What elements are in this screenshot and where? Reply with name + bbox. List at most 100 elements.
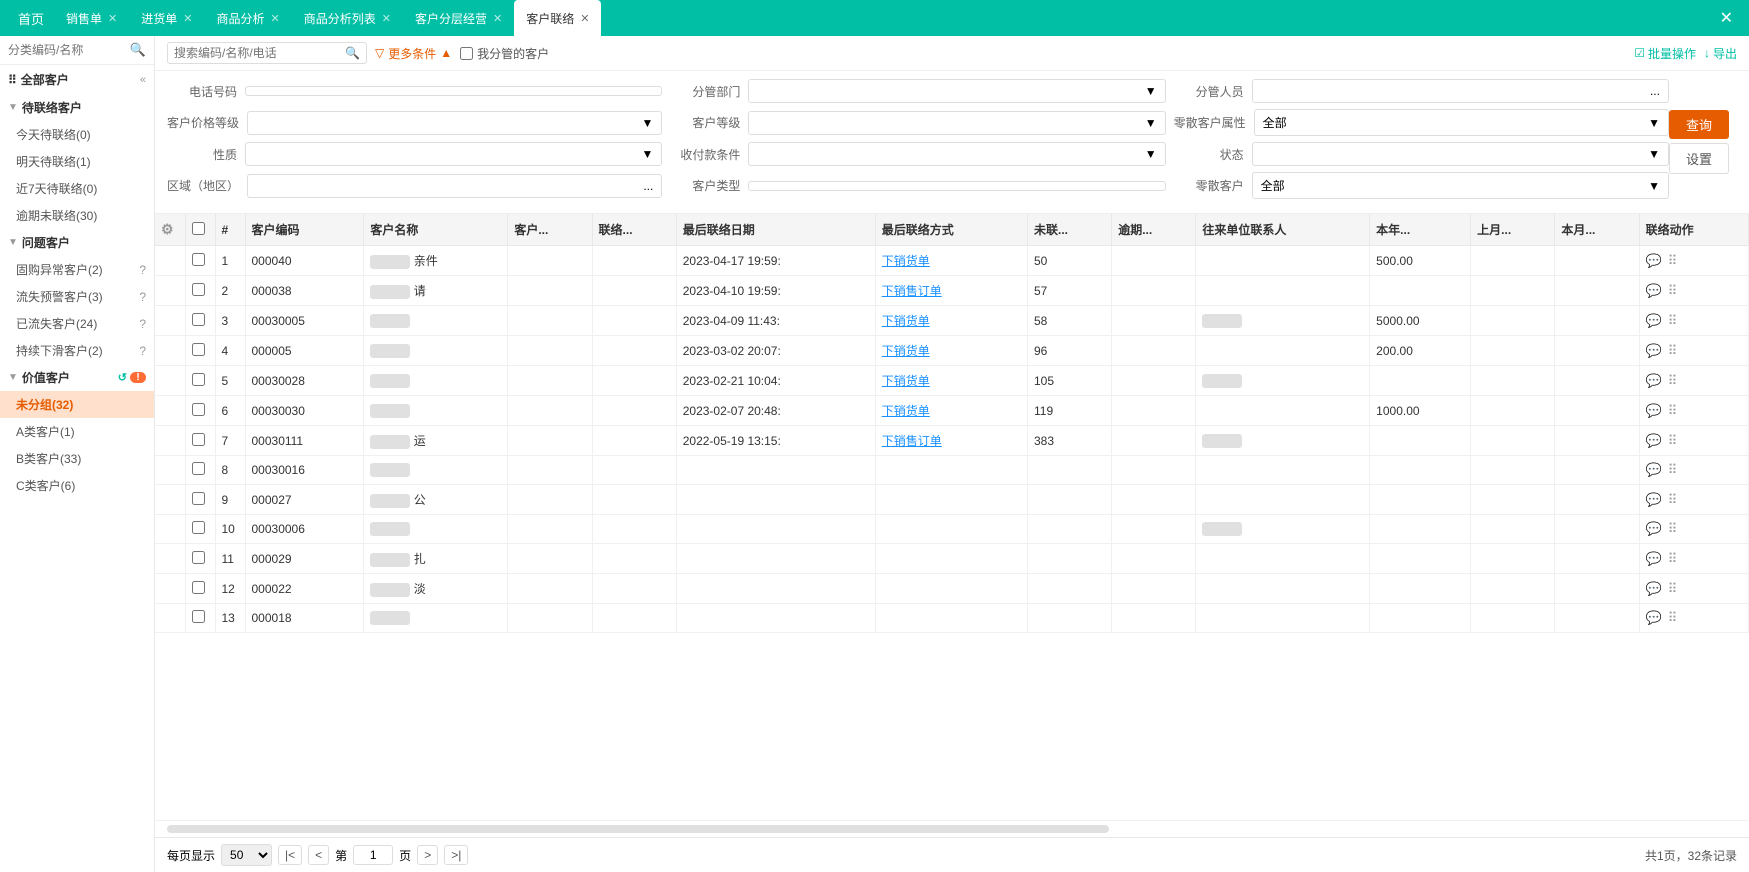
row-checkbox[interactable]: [185, 515, 215, 544]
more-icon[interactable]: ⠿: [1668, 373, 1678, 389]
row-checkbox[interactable]: [185, 574, 215, 604]
nav-tab-customer-segment[interactable]: 客户分层经营 ✕: [403, 0, 514, 36]
call-icon[interactable]: 💬: [1646, 283, 1662, 299]
window-close-button[interactable]: ✕: [1712, 8, 1741, 28]
call-icon[interactable]: 💬: [1646, 253, 1662, 269]
sidebar-item-abnormal[interactable]: 固购异常客户(2) ?: [0, 256, 154, 283]
pending-contact-group[interactable]: ▼ 待联络客户: [0, 94, 154, 121]
sidebar-item-class-a[interactable]: A类客户(1): [0, 418, 154, 445]
page-number-input[interactable]: [353, 845, 393, 865]
sidebar-item-class-b[interactable]: B类客户(33): [0, 445, 154, 472]
col-this-month[interactable]: 本月...: [1555, 214, 1639, 246]
page-size-select[interactable]: 50 20 100: [221, 844, 272, 866]
reset-button[interactable]: 设置: [1669, 143, 1729, 174]
close-contact-tab[interactable]: ✕: [580, 12, 589, 25]
export-button[interactable]: ↓ 导出: [1704, 45, 1737, 62]
call-icon[interactable]: 💬: [1646, 521, 1662, 537]
region-input[interactable]: ...: [247, 174, 662, 198]
nav-tab-product-analysis-list[interactable]: 商品分析列表 ✕: [292, 0, 403, 36]
select-all-checkbox[interactable]: [192, 222, 205, 235]
close-product-list-tab[interactable]: ✕: [382, 12, 391, 25]
sidebar-item-overdue[interactable]: 逾期未联络(30): [0, 202, 154, 229]
call-icon[interactable]: 💬: [1646, 581, 1662, 597]
row-checkbox[interactable]: [185, 604, 215, 633]
refresh-icon[interactable]: ↺: [118, 371, 127, 384]
more-icon[interactable]: ⠿: [1668, 343, 1678, 359]
more-icon[interactable]: ⠿: [1668, 253, 1678, 269]
col-contact[interactable]: 联络...: [592, 214, 676, 246]
call-icon[interactable]: 💬: [1646, 403, 1662, 419]
nav-tab-sales[interactable]: 销售单 ✕: [54, 0, 129, 36]
horizontal-scrollbar[interactable]: [155, 820, 1749, 837]
price-level-select[interactable]: ▼: [247, 111, 662, 135]
nav-tab-customer-contact[interactable]: 客户联络 ✕: [514, 0, 601, 36]
next-page-button[interactable]: >: [417, 845, 438, 865]
close-sales-tab[interactable]: ✕: [108, 12, 117, 25]
sidebar-collapse-icon[interactable]: «: [140, 74, 146, 86]
retail-select[interactable]: 全部 ▼: [1252, 172, 1669, 199]
more-filters-button[interactable]: ▽ 更多条件 ▲: [375, 45, 452, 62]
more-icon[interactable]: ⠿: [1668, 283, 1678, 299]
close-product-analysis-tab[interactable]: ✕: [271, 12, 280, 25]
call-icon[interactable]: 💬: [1646, 610, 1662, 626]
nature-select[interactable]: ▼: [245, 142, 662, 166]
row-checkbox[interactable]: [185, 366, 215, 396]
col-last-method[interactable]: 最后联络方式: [875, 214, 1027, 246]
call-icon[interactable]: 💬: [1646, 551, 1662, 567]
my-customers-checkbox[interactable]: 我分管的客户: [460, 45, 549, 62]
problem-customers-group[interactable]: ▼ 问题客户: [0, 229, 154, 256]
sidebar-search-input[interactable]: [8, 43, 130, 57]
person-input[interactable]: ...: [1252, 79, 1669, 103]
more-icon[interactable]: ⠿: [1668, 433, 1678, 449]
close-purchase-tab[interactable]: ✕: [183, 12, 192, 25]
col-customer-code[interactable]: 客户编码: [245, 214, 364, 246]
col-customer-type[interactable]: 客户...: [508, 214, 592, 246]
sidebar-item-declining[interactable]: 持续下滑客户(2) ?: [0, 337, 154, 364]
all-customers-header[interactable]: ⠿ 全部客户 «: [0, 65, 154, 94]
row-checkbox[interactable]: [185, 396, 215, 426]
sidebar-item-lost[interactable]: 已流失客户(24) ?: [0, 310, 154, 337]
call-icon[interactable]: 💬: [1646, 373, 1662, 389]
more-icon[interactable]: ⠿: [1668, 581, 1678, 597]
col-customer-name[interactable]: 客户名称: [364, 214, 508, 246]
col-last-date[interactable]: 最后联络日期: [676, 214, 875, 246]
customer-type-select[interactable]: [748, 181, 1165, 191]
more-icon[interactable]: ⠿: [1668, 313, 1678, 329]
status-select[interactable]: ▼: [1252, 142, 1669, 166]
row-checkbox[interactable]: [185, 544, 215, 574]
my-customers-check[interactable]: [460, 47, 473, 60]
payment-select[interactable]: ▼: [748, 142, 1165, 166]
sidebar-item-tomorrow[interactable]: 明天待联络(1): [0, 148, 154, 175]
more-icon[interactable]: ⠿: [1668, 551, 1678, 567]
main-search-input[interactable]: [174, 46, 345, 60]
col-this-year[interactable]: 本年...: [1370, 214, 1471, 246]
call-icon[interactable]: 💬: [1646, 313, 1662, 329]
sidebar-search-icon[interactable]: 🔍: [130, 42, 146, 58]
batch-op-button[interactable]: ☑ 批量操作: [1634, 45, 1696, 62]
call-icon[interactable]: 💬: [1646, 462, 1662, 478]
more-icon[interactable]: ⠿: [1668, 610, 1678, 626]
sidebar-item-7days[interactable]: 近7天待联络(0): [0, 175, 154, 202]
row-checkbox[interactable]: [185, 306, 215, 336]
col-unit-contact[interactable]: 往来单位联系人: [1196, 214, 1370, 246]
close-segment-tab[interactable]: ✕: [493, 12, 502, 25]
row-checkbox[interactable]: [185, 426, 215, 456]
first-page-button[interactable]: |<: [278, 845, 302, 865]
sidebar-item-ungrouped[interactable]: 未分组(32): [0, 391, 154, 418]
sidebar-item-churn-warning[interactable]: 流失预警客户(3) ?: [0, 283, 154, 310]
settings-icon[interactable]: ⚙: [161, 221, 174, 237]
prev-page-button[interactable]: <: [308, 845, 329, 865]
main-search-icon[interactable]: 🔍: [345, 46, 360, 60]
nav-tab-purchase[interactable]: 进货单 ✕: [129, 0, 204, 36]
last-page-button[interactable]: >|: [444, 845, 468, 865]
col-overdue[interactable]: 逾期...: [1112, 214, 1196, 246]
col-checkbox[interactable]: [185, 214, 215, 246]
call-icon[interactable]: 💬: [1646, 492, 1662, 508]
sidebar-item-class-c[interactable]: C类客户(6): [0, 472, 154, 499]
department-select[interactable]: ▼: [748, 79, 1165, 103]
call-icon[interactable]: 💬: [1646, 343, 1662, 359]
row-checkbox[interactable]: [185, 246, 215, 276]
more-icon[interactable]: ⠿: [1668, 521, 1678, 537]
phone-input[interactable]: [245, 86, 662, 96]
customer-level-select[interactable]: ▼: [748, 111, 1165, 135]
